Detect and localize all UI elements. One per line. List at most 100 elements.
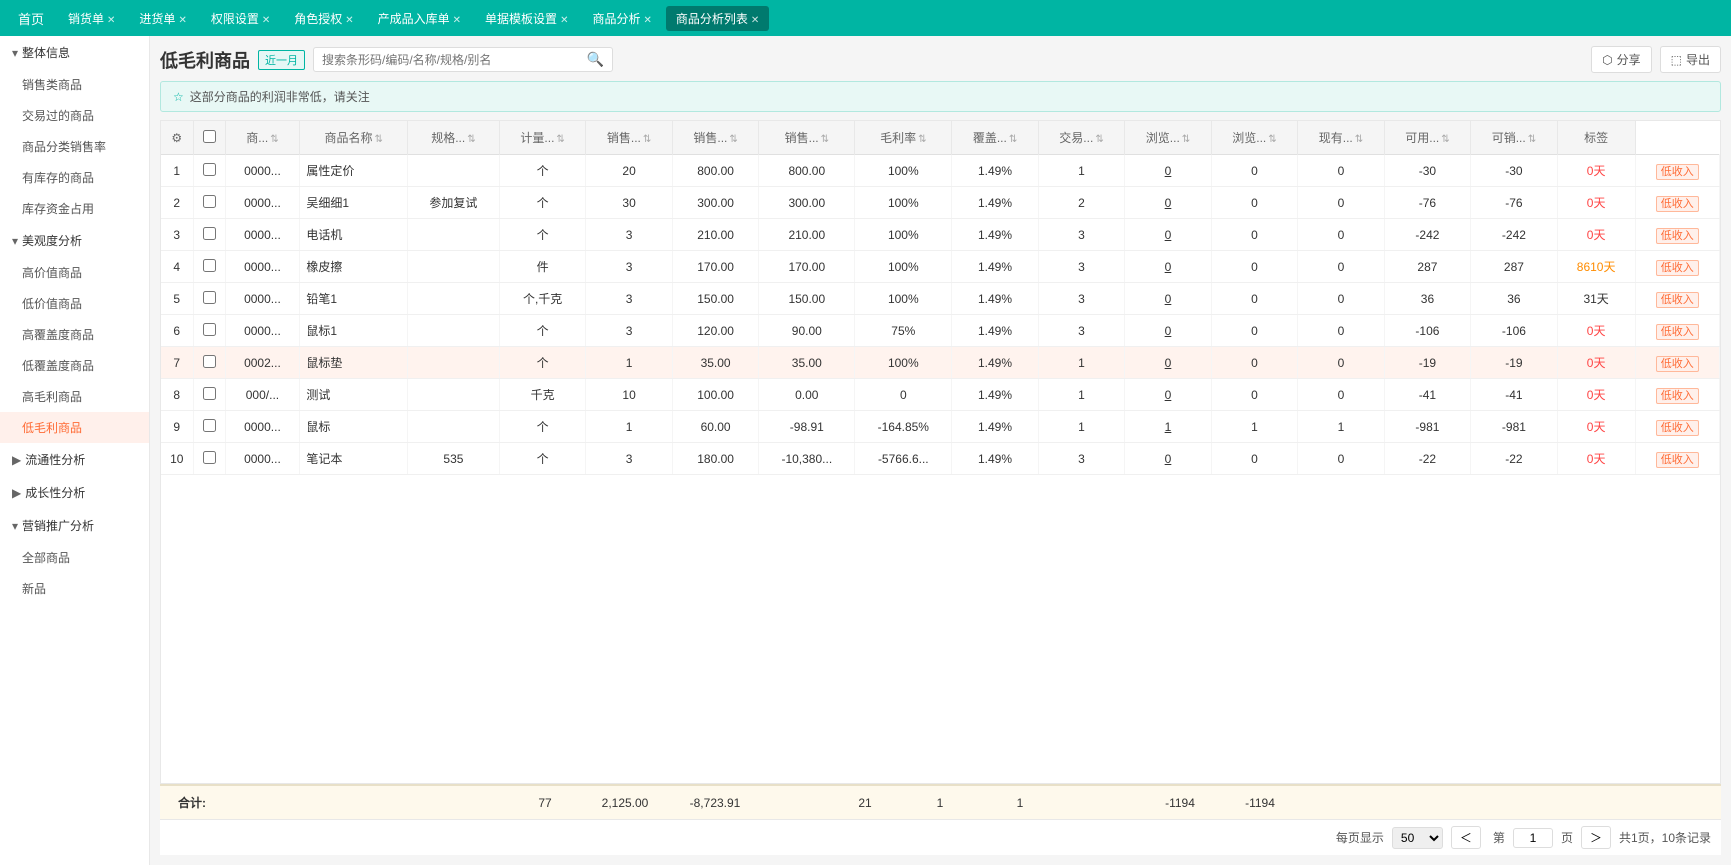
row-trade[interactable]: 0 [1125, 379, 1211, 411]
page-size-select[interactable]: 50 100 200 [1392, 827, 1443, 849]
sidebar-item-low-margin[interactable]: 低毛利商品 [0, 412, 149, 443]
sidebar-item-high-coverage[interactable]: 高覆盖度商品 [0, 319, 149, 350]
col-available: 可用...⇅ [1384, 121, 1470, 155]
sidebar-item-category-sales[interactable]: 商品分类销售率 [0, 131, 149, 162]
row-select-checkbox[interactable] [203, 419, 216, 432]
date-range-tag[interactable]: 近一月 [258, 50, 305, 70]
row-trade[interactable]: 0 [1125, 315, 1211, 347]
row-spec [407, 379, 499, 411]
col-settings[interactable]: ⚙ [161, 121, 193, 155]
sidebar-group-circulation[interactable]: ▶ 流通性分析 [0, 443, 149, 476]
row-trade[interactable]: 0 [1125, 443, 1211, 475]
row-gross: 1.49% [952, 411, 1038, 443]
nav-sales-close[interactable]: ✕ [107, 15, 115, 26]
row-price: 180.00 [672, 443, 758, 475]
sidebar-item-all-goods[interactable]: 全部商品 [0, 542, 149, 573]
search-box[interactable]: 🔍 [313, 47, 613, 72]
nav-purchase-close[interactable]: ✕ [178, 15, 186, 26]
col-cover: 覆盖...⇅ [952, 121, 1038, 155]
row-trade[interactable]: 0 [1125, 219, 1211, 251]
row-checkbox[interactable] [193, 443, 225, 475]
row-trade[interactable]: 1 [1125, 411, 1211, 443]
search-input[interactable] [322, 53, 587, 67]
sidebar-group-marketing[interactable]: ▾ 营销推广分析 [0, 509, 149, 542]
row-checkbox[interactable] [193, 379, 225, 411]
nav-analysis-close[interactable]: ✕ [643, 15, 651, 26]
row-checkbox[interactable] [193, 251, 225, 283]
sidebar-item-low-coverage[interactable]: 低覆盖度商品 [0, 350, 149, 381]
nav-purchase[interactable]: 进货单✕ [129, 6, 196, 31]
row-checkbox[interactable] [193, 187, 225, 219]
row-select-checkbox[interactable] [203, 291, 216, 304]
nav-template-close[interactable]: ✕ [560, 15, 568, 26]
row-browse1: 0 [1211, 443, 1297, 475]
sidebar-group-overview[interactable]: ▾ 整体信息 [0, 36, 149, 69]
nav-production[interactable]: 产成品入库单✕ [368, 6, 471, 31]
sidebar-item-high-margin[interactable]: 高毛利商品 [0, 381, 149, 412]
nav-production-close[interactable]: ✕ [453, 15, 461, 26]
row-trade[interactable]: 0 [1125, 347, 1211, 379]
row-select-checkbox[interactable] [203, 387, 216, 400]
row-checkbox[interactable] [193, 411, 225, 443]
row-select-checkbox[interactable] [203, 355, 216, 368]
row-checkbox[interactable] [193, 155, 225, 187]
row-browse2: 0 [1298, 155, 1384, 187]
nav-template[interactable]: 单据模板设置✕ [475, 6, 578, 31]
row-checkbox[interactable] [193, 315, 225, 347]
nav-permissions[interactable]: 权限设置✕ [201, 6, 280, 31]
share-button[interactable]: ⬡ 分享 [1591, 46, 1652, 73]
row-spec [407, 283, 499, 315]
row-select-checkbox[interactable] [203, 195, 216, 208]
nav-sales[interactable]: 销货单✕ [58, 6, 125, 31]
row-trade[interactable]: 0 [1125, 155, 1211, 187]
row-profit: 0 [855, 379, 952, 411]
row-select-checkbox[interactable] [203, 163, 216, 176]
col-current: 现有...⇅ [1298, 121, 1384, 155]
row-no: 1 [161, 155, 193, 187]
select-all-checkbox[interactable] [203, 130, 216, 143]
row-select-checkbox[interactable] [203, 323, 216, 336]
row-spec [407, 155, 499, 187]
nav-home[interactable]: 首页 [8, 5, 54, 32]
row-select-checkbox[interactable] [203, 259, 216, 272]
nav-roles-close[interactable]: ✕ [345, 15, 353, 26]
sidebar-item-low-value[interactable]: 低价值商品 [0, 288, 149, 319]
export-button[interactable]: ⬚ 导出 [1660, 46, 1721, 73]
nav-analysis[interactable]: 商品分析✕ [582, 6, 661, 31]
row-checkbox[interactable] [193, 347, 225, 379]
data-table-container[interactable]: ⚙ 商...⇅ 商品名称⇅ 规格...⇅ 计量...⇅ 销售...⇅ 销售...… [160, 120, 1721, 784]
nav-analysis-list[interactable]: 商品分析列表✕ [666, 6, 769, 31]
row-trade[interactable]: 0 [1125, 283, 1211, 315]
page-number-input[interactable] [1513, 828, 1553, 848]
sidebar-item-inventory-funds[interactable]: 库存资金占用 [0, 193, 149, 224]
row-profit: -5766.6... [855, 443, 952, 475]
sidebar-group-growth[interactable]: ▶ 成长性分析 [0, 476, 149, 509]
row-unit: 个 [499, 315, 585, 347]
row-trade[interactable]: 0 [1125, 187, 1211, 219]
row-checkbox[interactable] [193, 219, 225, 251]
row-qty: 3 [586, 283, 672, 315]
alert-icon: ☆ [173, 90, 184, 104]
row-checkbox[interactable] [193, 283, 225, 315]
sidebar-item-stocked-goods[interactable]: 有库存的商品 [0, 162, 149, 193]
next-page-button[interactable]: ＞ [1581, 826, 1611, 849]
row-select-checkbox[interactable] [203, 451, 216, 464]
sidebar-item-sales-goods[interactable]: 销售类商品 [0, 69, 149, 100]
sidebar-item-high-value[interactable]: 高价值商品 [0, 257, 149, 288]
row-select-checkbox[interactable] [203, 227, 216, 240]
nav-roles[interactable]: 角色授权✕ [284, 6, 363, 31]
sidebar-group-beauty[interactable]: ▾ 美观度分析 [0, 224, 149, 257]
footer-available: -1194 [1220, 796, 1300, 810]
prev-page-button[interactable]: ＜ [1451, 826, 1481, 849]
nav-analysis-list-close[interactable]: ✕ [751, 15, 759, 26]
row-current: -22 [1384, 443, 1470, 475]
row-price: 300.00 [672, 187, 758, 219]
row-available: -41 [1471, 379, 1557, 411]
export-icon: ⬚ [1671, 53, 1682, 67]
col-checkbox[interactable] [193, 121, 225, 155]
sidebar-item-traded-goods[interactable]: 交易过的商品 [0, 100, 149, 131]
sidebar-item-new-goods[interactable]: 新品 [0, 573, 149, 604]
row-trade[interactable]: 0 [1125, 251, 1211, 283]
low-income-badge: 低收入 [1656, 356, 1699, 372]
nav-permissions-close[interactable]: ✕ [262, 15, 270, 26]
